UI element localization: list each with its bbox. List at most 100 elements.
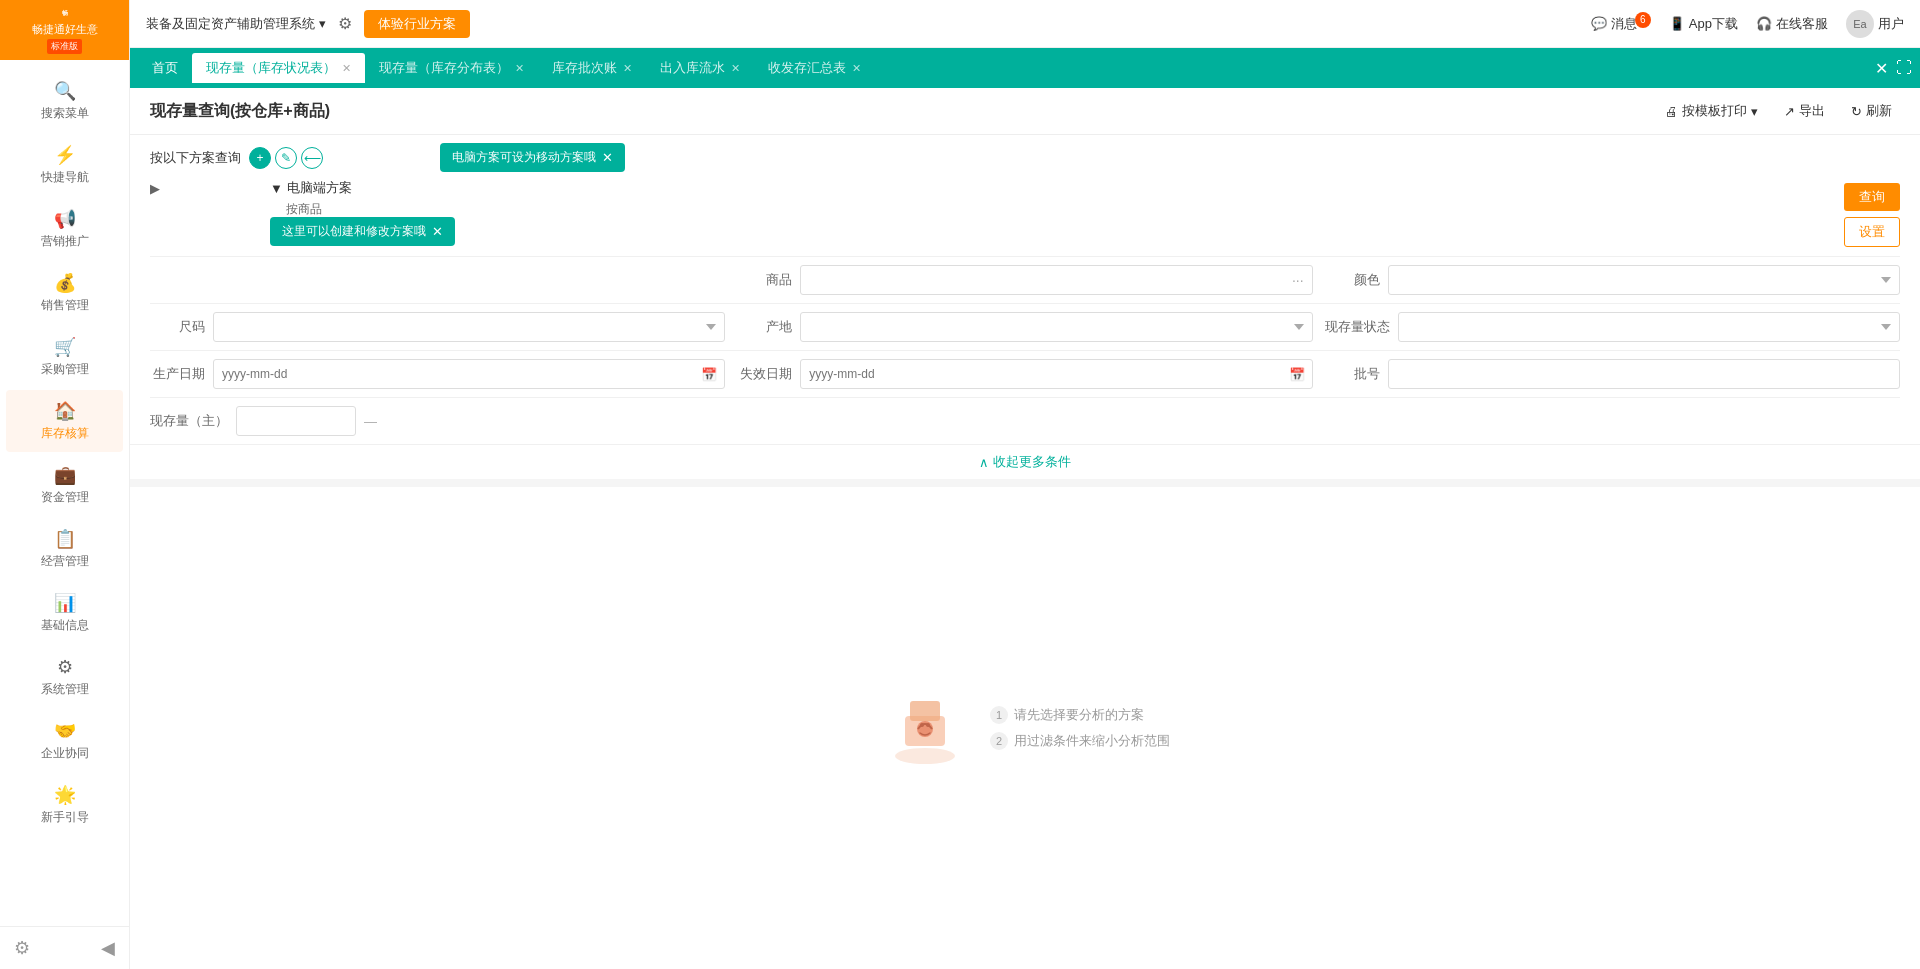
tabs-close-all-icon[interactable]: ✕ xyxy=(1875,59,1888,78)
filter-collapse-btn[interactable]: ∧ 收起更多条件 xyxy=(130,444,1920,479)
tab-inout-flow[interactable]: 出入库流水 ✕ xyxy=(646,53,754,83)
tabs-bar: 首页 现存量（库存状况表） ✕ 现存量（库存分布表） ✕ 库存批次账 ✕ 出入库… xyxy=(130,48,1920,88)
plan-item-by-goods[interactable]: 按商品 xyxy=(270,201,1900,218)
filter-add-btn[interactable]: + xyxy=(249,147,271,169)
app-download-icon: 📱 xyxy=(1669,16,1685,31)
tab-receive-summary-label: 收发存汇总表 xyxy=(768,59,846,77)
collapse-sidebar-icon[interactable]: ◀ xyxy=(101,937,115,959)
sidebar-item-guide[interactable]: 🌟 新手引导 xyxy=(6,774,123,836)
industry-plan-btn[interactable]: 体验行业方案 xyxy=(364,10,470,38)
guide-icon: 🌟 xyxy=(54,784,76,806)
avatar: Ea xyxy=(1846,10,1874,38)
sidebar-item-sales-label: 销售管理 xyxy=(41,297,89,314)
origin-select[interactable] xyxy=(800,312,1312,342)
app-download-label: App下载 xyxy=(1689,15,1738,33)
sidebar-item-enterprise[interactable]: 🤝 企业协同 xyxy=(6,710,123,772)
filter-row-4: 现存量（主） — xyxy=(150,397,1900,444)
collapse-up-icon: ∧ xyxy=(979,455,989,470)
page-title: 现存量查询(按仓库+商品) xyxy=(150,101,330,122)
sidebar-item-sales[interactable]: 💰 销售管理 xyxy=(6,262,123,324)
proddate-start-calendar-icon[interactable]: 📅 xyxy=(701,367,717,382)
search-btn[interactable]: 查询 xyxy=(1844,183,1900,211)
empty-svg xyxy=(880,681,970,771)
export-label: 导出 xyxy=(1799,102,1825,120)
set-btn[interactable]: 设置 xyxy=(1844,217,1900,247)
empty-illustration xyxy=(880,681,970,775)
logo-text: 畅捷通好生意 xyxy=(32,22,98,37)
batch-input[interactable] xyxy=(1388,359,1900,389)
empty-text: 1 请先选择要分析的方案 2 用过滤条件来缩小分析范围 xyxy=(990,706,1170,750)
refresh-icon: ↻ xyxy=(1851,104,1862,119)
sidebar-item-system[interactable]: ⚙ 系统管理 xyxy=(6,646,123,708)
sidebar-item-management[interactable]: 📋 经营管理 xyxy=(6,518,123,580)
sidebar-item-guide-label: 新手引导 xyxy=(41,809,89,826)
svg-point-2 xyxy=(895,748,955,764)
tabs-expand-icon[interactable]: ⛶ xyxy=(1896,59,1912,77)
batch-label: 批号 xyxy=(1325,365,1380,383)
sidebar-item-quicknav-label: 快捷导航 xyxy=(41,169,89,186)
tooltip1-close-btn[interactable]: ✕ xyxy=(602,150,613,165)
sidebar-item-marketing[interactable]: 📢 营销推广 xyxy=(6,198,123,260)
print-btn[interactable]: 🖨 按模板打印 ▾ xyxy=(1657,98,1766,124)
export-btn[interactable]: ↗ 导出 xyxy=(1776,98,1833,124)
system-selector[interactable]: 装备及固定资产辅助管理系统 ▾ xyxy=(146,15,326,33)
sidebar-item-search[interactable]: 🔍 搜索菜单 xyxy=(6,70,123,132)
tab-inventory-status-close[interactable]: ✕ xyxy=(342,62,351,75)
header-left: 装备及固定资产辅助管理系统 ▾ ⚙ 体验行业方案 xyxy=(146,10,470,38)
plan-group-mobile-title[interactable]: ▶ 移动端方案 xyxy=(270,224,1900,242)
app-download-item[interactable]: 📱 App下载 xyxy=(1669,15,1738,33)
refresh-btn[interactable]: ↻ 刷新 xyxy=(1843,98,1900,124)
tab-home[interactable]: 首页 xyxy=(138,53,192,83)
filter-field-expdate: 失效日期 📅 xyxy=(737,359,1312,389)
header-settings-icon[interactable]: ⚙ xyxy=(338,14,352,33)
plan-group-pc-title[interactable]: ▼ 电脑端方案 xyxy=(270,179,1900,197)
sidebar-item-basic[interactable]: 📊 基础信息 xyxy=(6,582,123,644)
tab-inventory-status[interactable]: 现存量（库存状况表） ✕ xyxy=(192,53,365,83)
sidebar-item-search-label: 搜索菜单 xyxy=(41,105,89,122)
tooltip2-close-btn[interactable]: ✕ xyxy=(432,224,443,239)
sidebar-item-quicknav[interactable]: ⚡ 快捷导航 xyxy=(6,134,123,196)
sidebar-item-purchase-label: 采购管理 xyxy=(41,361,89,378)
tab-batch-ledger[interactable]: 库存批次账 ✕ xyxy=(538,53,646,83)
goods-dots-icon: ··· xyxy=(1292,272,1304,288)
filter-edit-btn[interactable]: ✎ xyxy=(275,147,297,169)
empty-step-1: 1 请先选择要分析的方案 xyxy=(990,706,1170,724)
settings-footer-icon[interactable]: ⚙ xyxy=(14,937,30,959)
page-actions: 🖨 按模板打印 ▾ ↗ 导出 ↻ 刷新 xyxy=(1657,98,1900,124)
proddate-label: 生产日期 xyxy=(150,365,205,383)
status-select[interactable] xyxy=(1398,312,1900,342)
filter-row-1: 商品 ··· 颜色 xyxy=(150,256,1900,303)
tab-receive-summary[interactable]: 收发存汇总表 ✕ xyxy=(754,53,875,83)
notification-item[interactable]: 💬 消息 6 xyxy=(1591,15,1651,33)
goods-input[interactable]: ··· xyxy=(800,265,1312,295)
tab-inout-flow-label: 出入库流水 xyxy=(660,59,725,77)
qty-start-input[interactable] xyxy=(236,406,356,436)
arrow-icon: ▶ xyxy=(150,181,160,196)
color-select[interactable] xyxy=(1388,265,1900,295)
filter-field-goods: 商品 ··· xyxy=(737,265,1312,295)
tab-inventory-dist[interactable]: 现存量（库存分布表） ✕ xyxy=(365,53,538,83)
filter-back-btn[interactable]: ⟵ xyxy=(301,147,323,169)
expdate-start-calendar-icon[interactable]: 📅 xyxy=(1289,367,1305,382)
filter-row-3: 生产日期 📅 失效日期 📅 批号 xyxy=(150,350,1900,397)
tab-inventory-dist-close[interactable]: ✕ xyxy=(515,62,524,75)
sidebar-item-finance[interactable]: 💼 资金管理 xyxy=(6,454,123,516)
size-select[interactable] xyxy=(213,312,725,342)
user-item[interactable]: Ea 用户 xyxy=(1846,10,1904,38)
online-support-item[interactable]: 🎧 在线客服 xyxy=(1756,15,1828,33)
sidebar-item-purchase[interactable]: 🛒 采购管理 xyxy=(6,326,123,388)
tab-receive-summary-close[interactable]: ✕ xyxy=(852,62,861,75)
content-area: 现存量查询(按仓库+商品) 🖨 按模板打印 ▾ ↗ 导出 ↻ 刷新 xyxy=(130,88,1920,969)
filter-field-color: 颜色 xyxy=(1325,265,1900,295)
empty-step2-label: 用过滤条件来缩小分析范围 xyxy=(1014,732,1170,750)
filter-field-batch: 批号 xyxy=(1325,359,1900,389)
tab-inout-flow-close[interactable]: ✕ xyxy=(731,62,740,75)
proddate-start-input[interactable] xyxy=(213,359,725,389)
tooltip-popup-1: 电脑方案可设为移动方案哦 ✕ xyxy=(440,143,625,172)
avatar-text: Ea xyxy=(1853,18,1866,30)
sidebar-item-finance-label: 资金管理 xyxy=(41,489,89,506)
tab-batch-ledger-close[interactable]: ✕ xyxy=(623,62,632,75)
sidebar-item-inventory[interactable]: 🏠 库存核算 xyxy=(6,390,123,452)
inventory-icon: 🏠 xyxy=(54,400,76,422)
expdate-start-input[interactable] xyxy=(800,359,1312,389)
